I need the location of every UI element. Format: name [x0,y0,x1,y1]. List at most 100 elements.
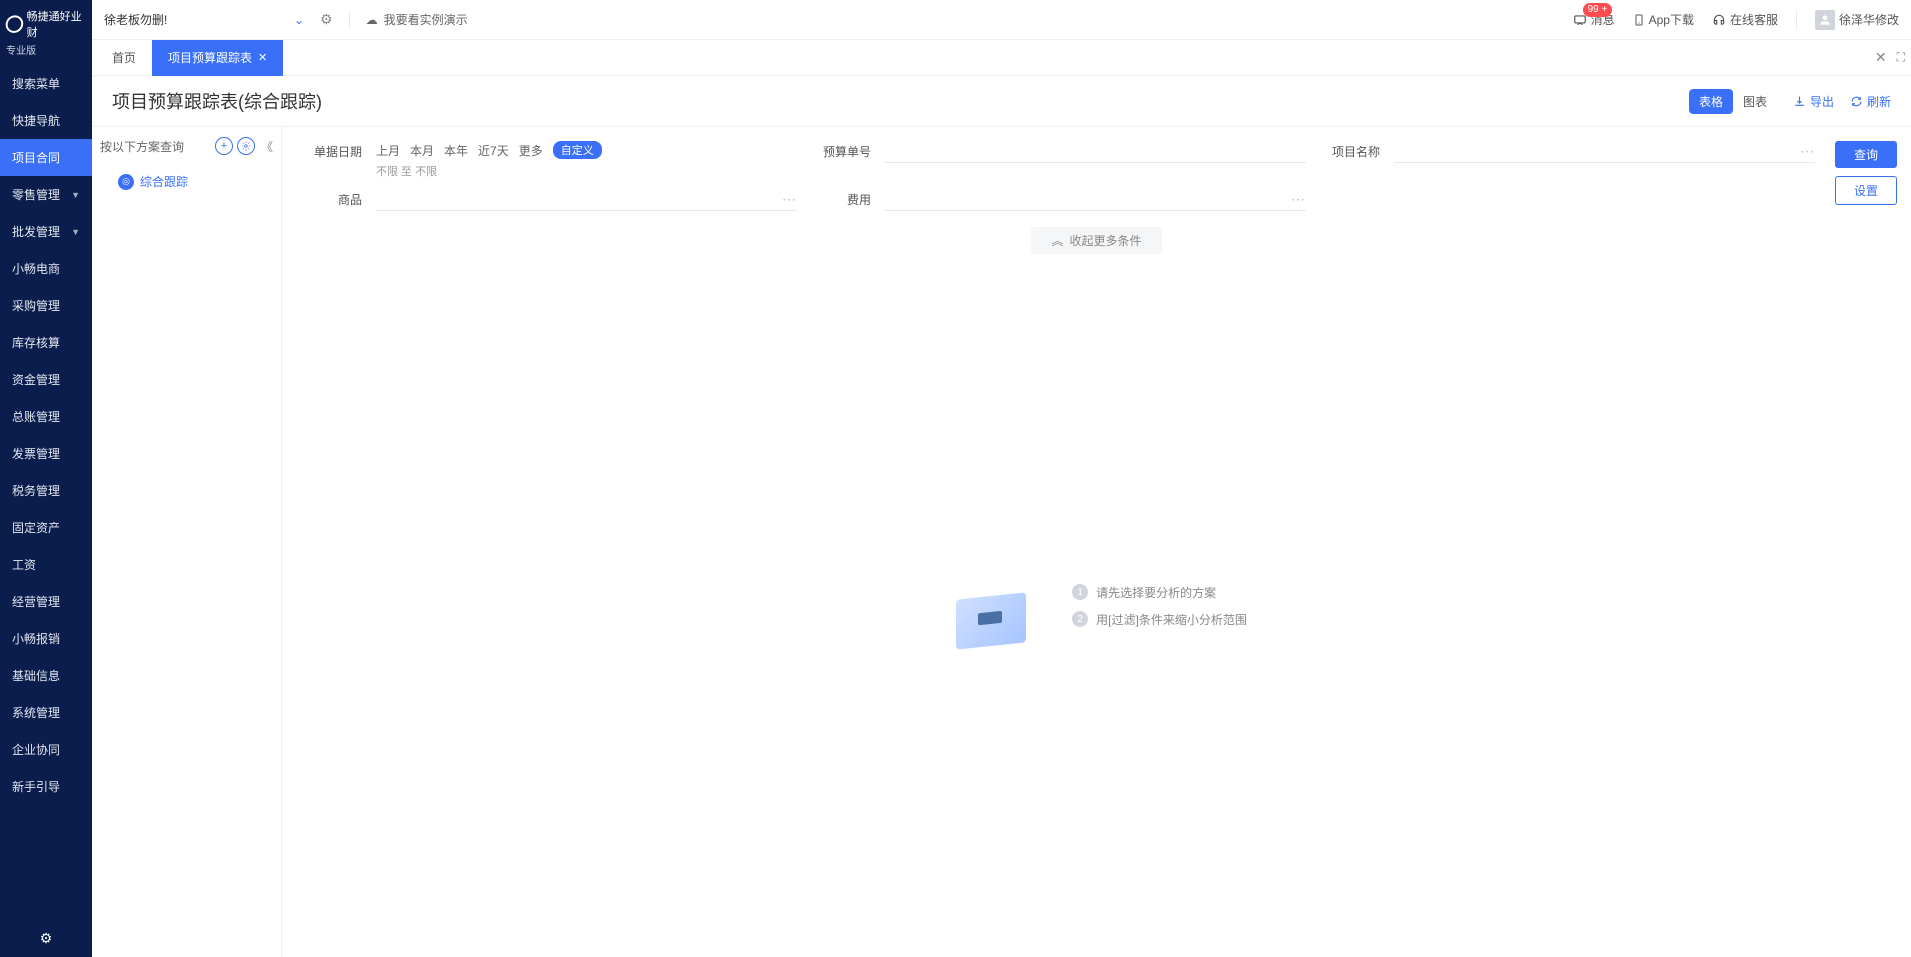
close-icon[interactable]: ✕ [258,51,267,64]
sidebar-item-operation[interactable]: 经营管理 [0,583,92,620]
sidebar-item-ecommerce[interactable]: 小畅电商 [0,250,92,287]
support-label: 在线客服 [1730,11,1778,28]
add-plan-button[interactable]: + [215,137,233,155]
step-number-icon: 2 [1072,611,1088,627]
app-download-label: App下载 [1649,11,1694,28]
date-this-month[interactable]: 本月 [410,142,434,159]
sidebar-item-quick-nav[interactable]: 快捷导航 [0,102,92,139]
refresh-button[interactable]: 刷新 [1850,93,1891,110]
sidebar-item-guide[interactable]: 新手引导 [0,768,92,805]
date-last-7[interactable]: 近7天 [478,142,509,159]
chevron-down-icon: ⌄ [294,13,304,27]
brand-edition: 专业版 [0,42,92,65]
sidebar-item-basic-info[interactable]: 基础信息 [0,657,92,694]
sidebar-item-invoice[interactable]: 发票管理 [0,435,92,472]
plan-settings-button[interactable] [237,137,255,155]
filter-product-label: 商品 [302,189,362,208]
export-label: 导出 [1810,93,1834,110]
sidebar-item-fixed-assets[interactable]: 固定资产 [0,509,92,546]
avatar-icon [1815,10,1835,30]
collapse-label: 收起更多条件 [1070,232,1142,249]
lookup-icon[interactable]: ⋯ [1291,191,1306,208]
product-input[interactable]: ⋯ [376,189,797,211]
export-icon [1793,95,1806,108]
view-toggle: 表格 图表 [1689,89,1777,114]
collapse-filters-button[interactable]: ︽ 收起更多条件 [1031,227,1161,254]
sidebar-item-expense[interactable]: 小畅报销 [0,620,92,657]
divider [349,11,350,29]
empty-step-2: 2 用[过滤]条件来缩小分析范围 [1072,611,1247,628]
user-menu[interactable]: 徐泽华修改 [1815,10,1899,30]
sidebar-item-system[interactable]: 系统管理 [0,694,92,731]
query-button[interactable]: 查询 [1835,141,1897,168]
page-header: 项目预算跟踪表(综合跟踪) 表格 图表 导出 刷新 [92,76,1911,126]
topbar: 徐老板勿删! ⌄ ⚙ ☁ 我要看实例演示 消息 99 + [92,0,1911,40]
project-name-input[interactable]: ⋯ [1394,141,1815,163]
plan-panel-title: 按以下方案查询 [100,138,184,155]
brand-name: 畅捷通好业财 [27,8,86,40]
plan-label: 综合跟踪 [140,173,188,190]
company-name: 徐老板勿删! [104,11,167,28]
date-last-month[interactable]: 上月 [376,142,400,159]
date-options: 上月 本月 本年 近7天 更多 自定义 [376,141,797,159]
refresh-icon [1850,95,1863,108]
tab-label: 项目预算跟踪表 [168,49,252,66]
tab-budget-tracking[interactable]: 项目预算跟踪表 ✕ [152,40,283,76]
step-text: 请先选择要分析的方案 [1096,584,1216,601]
sidebar-item-funds[interactable]: 资金管理 [0,361,92,398]
user-name: 徐泽华修改 [1839,11,1899,28]
empty-state: 1 请先选择要分析的方案 2 用[过滤]条件来缩小分析范围 [282,254,1911,957]
step-number-icon: 1 [1072,584,1088,600]
sidebar-item-project-contract[interactable]: 项目合同 [0,139,92,176]
tab-label: 首页 [112,49,136,66]
messages-badge: 99 + [1583,3,1613,17]
app-download-button[interactable]: App下载 [1633,11,1694,28]
empty-illustration [946,556,1046,656]
date-more[interactable]: 更多 [519,142,543,159]
sidebar: 畅捷通好业财 专业版 搜索菜单 快捷导航 项目合同 零售管理▼ 批发管理▼ 小畅… [0,0,92,957]
fee-input[interactable]: ⋯ [885,189,1306,211]
logo-icon [2,12,26,36]
close-all-icon[interactable]: ✕ [1875,49,1887,66]
view-table-button[interactable]: 表格 [1689,89,1733,114]
filter-date-label: 单据日期 [302,141,362,160]
step-text: 用[过滤]条件来缩小分析范围 [1096,611,1247,628]
cloud-icon: ☁ [366,13,378,27]
demo-label: 我要看实例演示 [384,11,468,28]
sidebar-item-wholesale[interactable]: 批发管理▼ [0,213,92,250]
lookup-icon[interactable]: ⋯ [782,191,797,208]
chevron-down-icon: ▼ [71,227,80,237]
sidebar-item-inventory[interactable]: 库存核算 [0,324,92,361]
brand-logo: 畅捷通好业财 [0,0,92,42]
sidebar-nav: 搜索菜单 快捷导航 项目合同 零售管理▼ 批发管理▼ 小畅电商 采购管理 库存核… [0,65,92,920]
sidebar-item-collab[interactable]: 企业协同 [0,731,92,768]
sidebar-item-ledger[interactable]: 总账管理 [0,398,92,435]
plan-icon: ◎ [118,174,134,190]
filter-budget-no-label: 预算单号 [811,141,871,160]
lookup-icon[interactable]: ⋯ [1800,143,1815,160]
sidebar-item-retail[interactable]: 零售管理▼ [0,176,92,213]
fullscreen-icon[interactable]: ⛶ [1897,50,1905,65]
sidebar-item-search[interactable]: 搜索菜单 [0,65,92,102]
tab-home[interactable]: 首页 [96,40,152,76]
export-button[interactable]: 导出 [1793,93,1834,110]
headset-icon [1712,13,1726,27]
settings-icon[interactable]: ⚙ [320,11,333,28]
date-this-year[interactable]: 本年 [444,142,468,159]
support-button[interactable]: 在线客服 [1712,11,1778,28]
company-selector[interactable]: 徐老板勿删! ⌄ [104,11,304,28]
view-chart-button[interactable]: 图表 [1733,89,1777,114]
sidebar-item-tax[interactable]: 税务管理 [0,472,92,509]
plan-item-comprehensive[interactable]: ◎ 综合跟踪 [100,169,273,194]
date-custom[interactable]: 自定义 [553,141,602,159]
sidebar-item-salary[interactable]: 工资 [0,546,92,583]
gear-icon[interactable]: ⚙ [40,930,53,946]
budget-no-input[interactable] [885,141,1306,163]
collapse-panel-button[interactable]: 《 [261,138,273,155]
sidebar-item-purchase[interactable]: 采购管理 [0,287,92,324]
filter-settings-button[interactable]: 设置 [1835,176,1897,205]
divider [1796,11,1797,29]
demo-link[interactable]: ☁ 我要看实例演示 [366,11,468,28]
empty-step-1: 1 请先选择要分析的方案 [1072,584,1247,601]
messages-button[interactable]: 消息 99 + [1573,11,1615,28]
